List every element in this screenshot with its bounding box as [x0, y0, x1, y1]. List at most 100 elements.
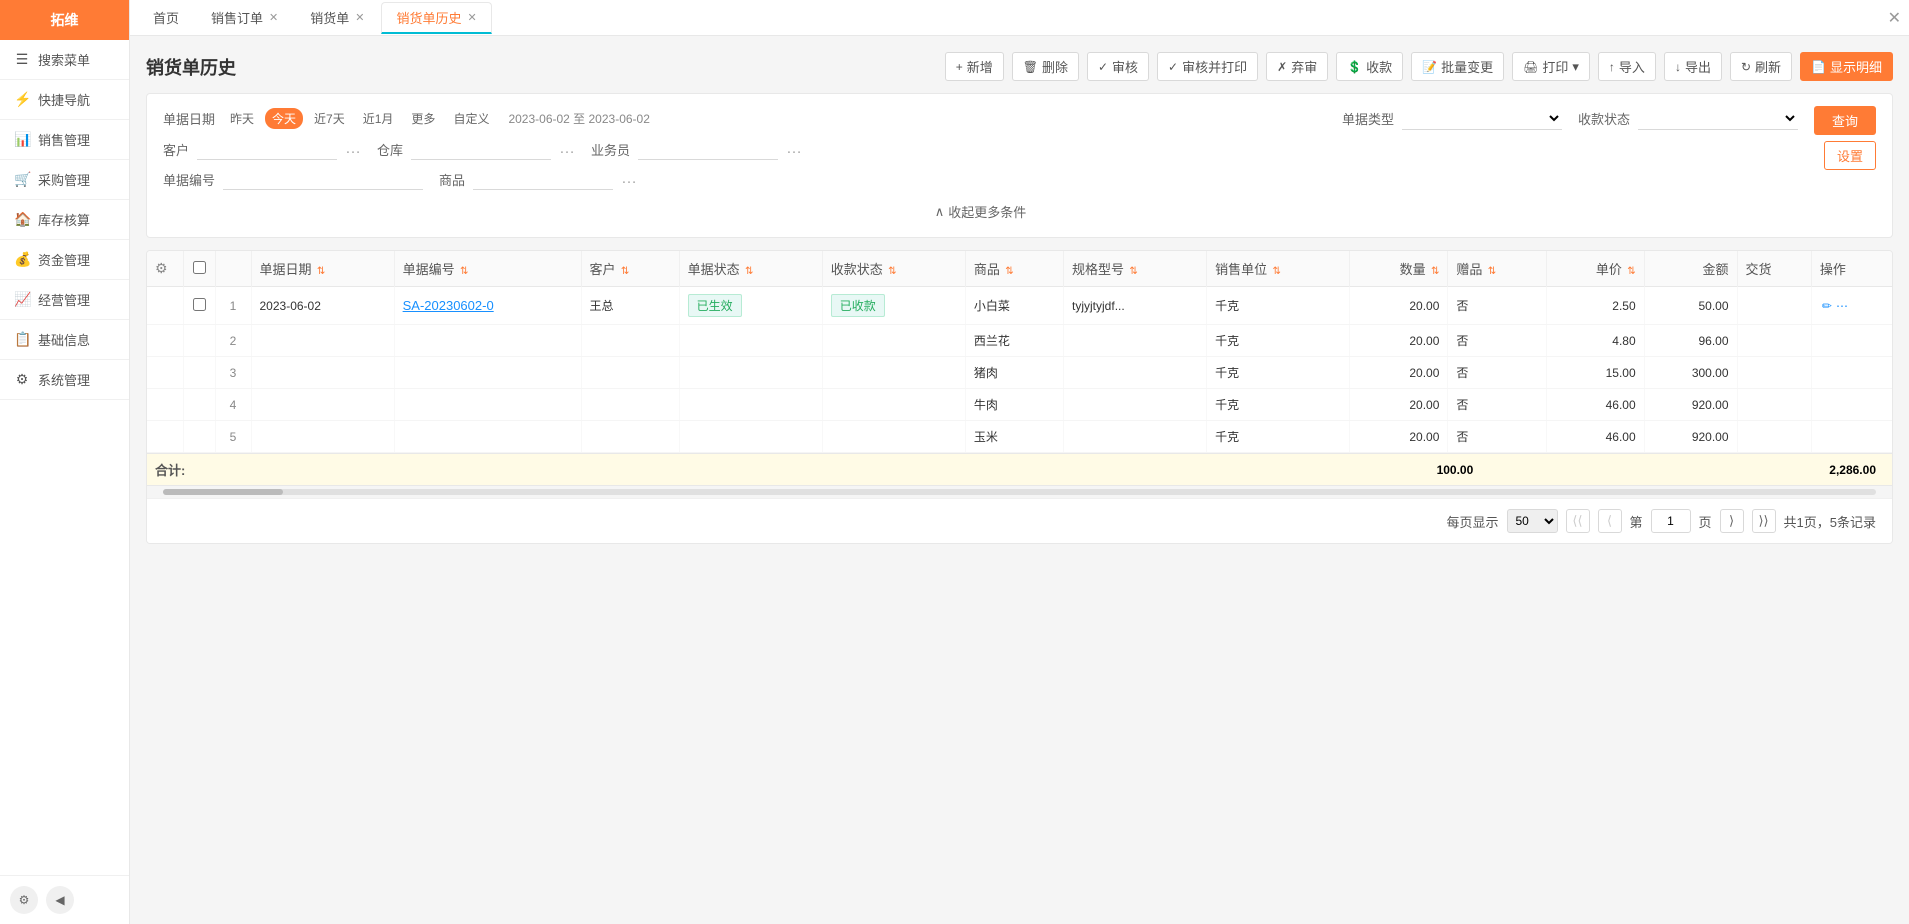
date-tag-yesterday[interactable]: 昨天 — [223, 108, 261, 129]
scrollbar-thumb[interactable] — [163, 489, 283, 495]
batch-change-button[interactable]: 📝 批量变更 — [1411, 52, 1504, 81]
audit-button[interactable]: ✓ 审核 — [1087, 52, 1149, 81]
col-doc-date[interactable]: 单据日期 ⇅ — [251, 251, 394, 287]
date-tag-custom[interactable]: 自定义 — [446, 108, 496, 129]
col-gift[interactable]: 赠品 ⇅ — [1448, 251, 1546, 287]
data-table: ⚙ 单据日期 ⇅ 单据编号 ⇅ — [147, 251, 1892, 453]
delete-button[interactable]: 🗑 删除 — [1012, 52, 1079, 81]
sidebar-item-search-menu[interactable]: ☰ 搜索菜单 — [0, 40, 129, 80]
sidebar-bottom: ⚙ ◀ — [0, 875, 129, 924]
col-spec[interactable]: 规格型号 ⇅ — [1064, 251, 1207, 287]
total-info: 共1页，5条记录 — [1784, 512, 1876, 531]
footer-label: 合计: — [155, 460, 235, 479]
tabs-close-all[interactable]: ✕ — [1888, 8, 1901, 28]
tab-home[interactable]: 首页 — [138, 2, 194, 34]
new-button[interactable]: + 新增 — [945, 52, 1004, 81]
filter-warehouse: 仓库 … — [377, 138, 575, 160]
sidebar-item-system-mgmt[interactable]: ⚙ 系统管理 — [0, 360, 129, 400]
product-picker-icon[interactable]: … — [621, 170, 637, 188]
sidebar-item-basic-info[interactable]: 📋 基础信息 — [0, 320, 129, 360]
sidebar-settings-btn[interactable]: ⚙ — [10, 886, 38, 914]
print-button[interactable]: 🖨 打印 ▾ — [1512, 52, 1590, 81]
cell-spec — [1064, 325, 1207, 357]
staff-picker-icon[interactable]: … — [786, 140, 802, 158]
sidebar-logo: 拓维 — [0, 0, 129, 40]
more-action[interactable]: ⋯ — [1836, 299, 1848, 313]
col-settings[interactable]: ⚙ — [147, 251, 183, 287]
col-product[interactable]: 商品 ⇅ — [965, 251, 1063, 287]
col-collect-status[interactable]: 收款状态 ⇅ — [822, 251, 965, 287]
staff-input[interactable] — [638, 138, 778, 160]
collect-button[interactable]: 💲 收款 — [1336, 52, 1403, 81]
horizontal-scrollbar[interactable] — [147, 485, 1892, 498]
col-doc-status[interactable]: 单据状态 ⇅ — [679, 251, 822, 287]
date-tag-7days[interactable]: 近7天 — [307, 108, 352, 129]
sidebar-item-sales-mgmt[interactable]: 📊 销售管理 — [0, 120, 129, 160]
row-checkbox[interactable] — [193, 298, 206, 311]
sidebar-item-purchase-mgmt[interactable]: 🛒 采购管理 — [0, 160, 129, 200]
date-tag-more[interactable]: 更多 — [404, 108, 442, 129]
finance-mgmt-icon: 💰 — [14, 251, 30, 268]
customer-input[interactable] — [197, 138, 337, 160]
cell-qty: 20.00 — [1350, 421, 1448, 453]
product-input[interactable] — [473, 168, 613, 190]
tab-sales-delivery[interactable]: 销货单 ✕ — [295, 2, 379, 34]
export-button[interactable]: ↓ 导出 — [1664, 52, 1722, 81]
col-qty[interactable]: 数量 ⇅ — [1350, 251, 1448, 287]
per-page-select[interactable]: 50 100 — [1507, 509, 1558, 533]
sidebar-item-inventory[interactable]: 🏠 库存核算 — [0, 200, 129, 240]
tab-sales-order[interactable]: 销售订单 ✕ — [196, 2, 293, 34]
abandon-button[interactable]: ✗ 弃审 — [1266, 52, 1328, 81]
prev-page-button[interactable]: ⟨ — [1598, 509, 1622, 533]
collapse-button[interactable]: ∧ 收起更多条件 — [931, 198, 1031, 225]
next-page-button[interactable]: ⟩ — [1720, 509, 1744, 533]
customer-picker-icon[interactable]: … — [345, 140, 361, 158]
edit-action[interactable]: ✏ — [1822, 299, 1832, 313]
chevron-up-icon: ∧ — [935, 204, 945, 220]
col-transaction: 交货 — [1737, 251, 1811, 287]
tab-sales-history-close[interactable]: ✕ — [468, 11, 477, 24]
cell-doc-no — [394, 357, 581, 389]
page-number-input[interactable] — [1651, 509, 1691, 533]
sidebar-item-label: 资金管理 — [38, 250, 90, 269]
cell-doc-date — [251, 421, 394, 453]
doc-no-link[interactable]: SA-20230602-0 — [403, 298, 494, 313]
show-detail-button[interactable]: 📄 显示明细 — [1800, 52, 1893, 81]
cell-spec: tyjyjtyjdf... — [1064, 287, 1207, 325]
date-tag-today[interactable]: 今天 — [265, 108, 303, 129]
query-button[interactable]: 查询 — [1814, 106, 1876, 135]
cell-transaction — [1737, 325, 1811, 357]
warehouse-picker-icon[interactable]: … — [559, 140, 575, 158]
doc-no-input[interactable] — [223, 168, 423, 190]
sort-gift-icon: ⇅ — [1488, 266, 1496, 277]
sidebar-collapse-btn[interactable]: ◀ — [46, 886, 74, 914]
first-page-button[interactable]: ⟨⟨ — [1566, 509, 1590, 533]
audit-print-label: 审核并打印 — [1182, 57, 1247, 76]
col-unit-price[interactable]: 单价 ⇅ — [1546, 251, 1644, 287]
filter-staff: 业务员 … — [591, 138, 802, 160]
warehouse-input[interactable] — [411, 138, 551, 160]
tab-sales-delivery-close[interactable]: ✕ — [355, 11, 364, 24]
col-unit[interactable]: 销售单位 ⇅ — [1207, 251, 1350, 287]
sidebar-item-finance-mgmt[interactable]: 💰 资金管理 — [0, 240, 129, 280]
tab-sales-order-close[interactable]: ✕ — [269, 11, 278, 24]
import-button[interactable]: ↑ 导入 — [1598, 52, 1656, 81]
sidebar-item-operations-mgmt[interactable]: 📈 经营管理 — [0, 280, 129, 320]
col-customer[interactable]: 客户 ⇅ — [581, 251, 679, 287]
last-page-button[interactable]: ⟩⟩ — [1752, 509, 1776, 533]
doc-date-label: 单据日期 — [163, 109, 215, 128]
select-all-checkbox[interactable] — [193, 261, 206, 274]
set-button[interactable]: 设置 — [1824, 141, 1876, 170]
sidebar-item-quick-nav[interactable]: ⚡ 快捷导航 — [0, 80, 129, 120]
sales-mgmt-icon: 📊 — [14, 131, 30, 148]
column-settings-icon[interactable]: ⚙ — [155, 260, 168, 276]
collect-status-select[interactable] — [1638, 106, 1798, 130]
col-doc-no[interactable]: 单据编号 ⇅ — [394, 251, 581, 287]
audit-print-button[interactable]: ✓ 审核并打印 — [1157, 52, 1258, 81]
tab-sales-history[interactable]: 销货单历史 ✕ — [381, 2, 491, 34]
doc-type-select[interactable] — [1402, 106, 1562, 130]
refresh-button[interactable]: ↻ 刷新 — [1730, 52, 1792, 81]
cell-doc-no — [394, 389, 581, 421]
col-collect-status-label: 收款状态 — [831, 262, 883, 277]
date-tag-1month[interactable]: 近1月 — [356, 108, 401, 129]
